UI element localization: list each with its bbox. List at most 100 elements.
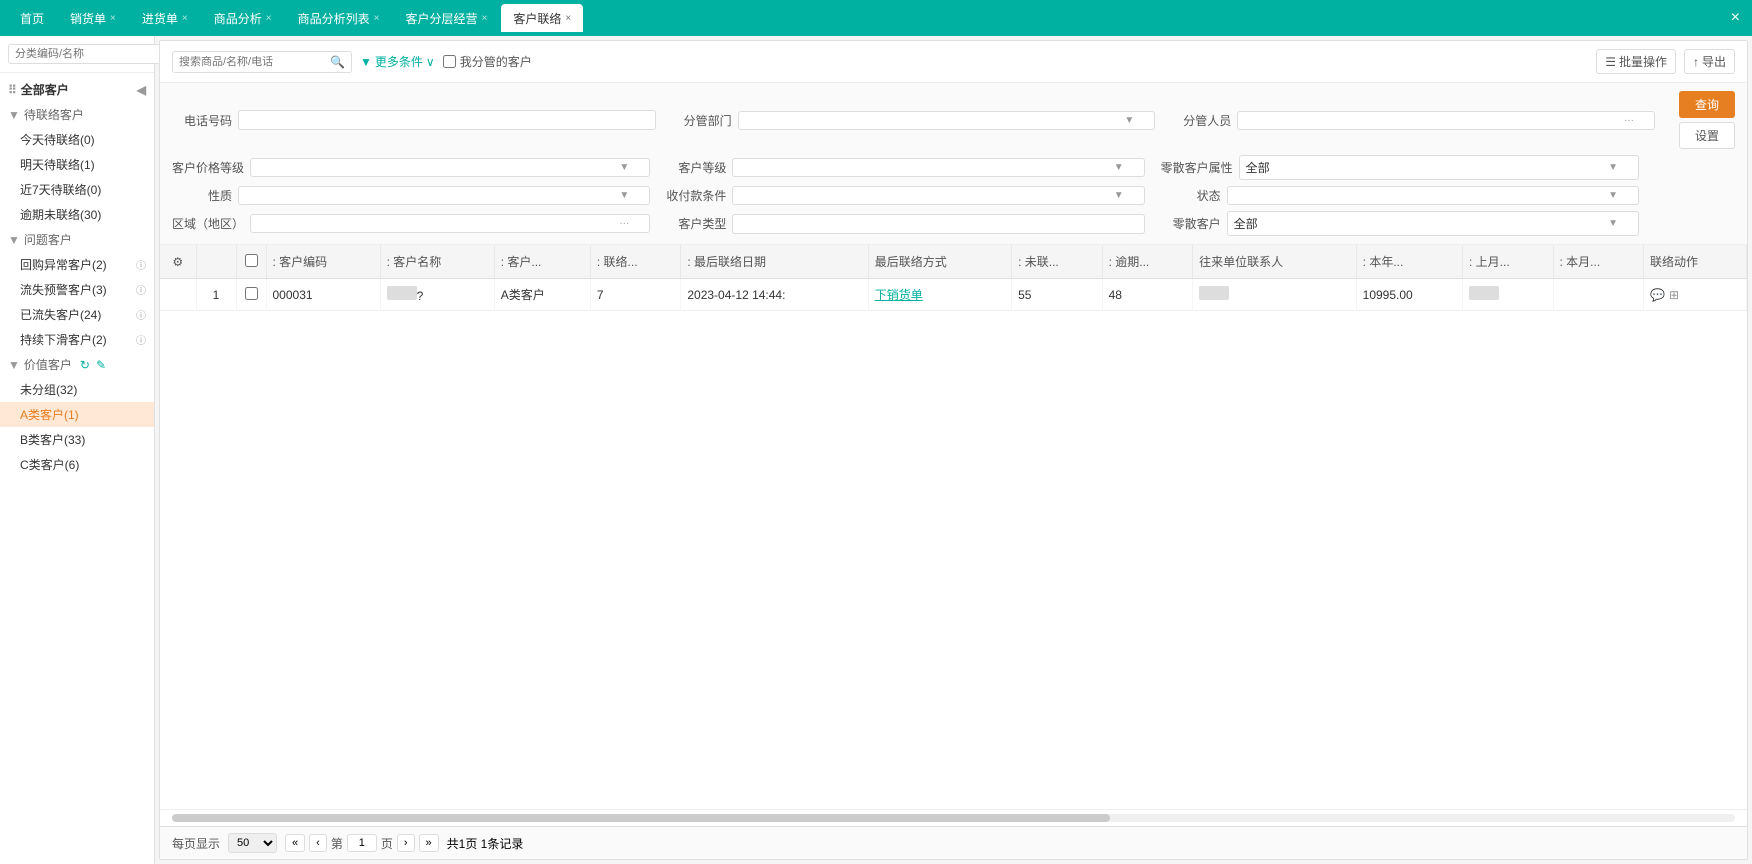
col-header-overdue[interactable]: : 逾期... [1102, 245, 1193, 279]
retail-customer-select[interactable]: 全部 ▼ [1227, 211, 1639, 236]
sidebar-item-tomorrow-pending[interactable]: 明天待联络(1) [0, 152, 154, 177]
phone-input[interactable] [238, 110, 656, 130]
close-customer-tier-tab[interactable]: × [481, 13, 487, 24]
more-conditions-label: 更多条件 [375, 53, 423, 70]
prev-page-button[interactable]: ‹ [309, 834, 327, 852]
tab-purchase[interactable]: 进货单 × [130, 4, 200, 32]
filter-group-nature: 性质 ▼ [172, 186, 650, 205]
tab-customer-tier[interactable]: 客户分层经营 × [393, 4, 499, 32]
top-navigation: 首页 销货单 × 进货单 × 商品分析 × 商品分析列表 × 客户分层经营 × … [0, 0, 1752, 36]
page-size-select[interactable]: 50 100 200 [228, 833, 277, 853]
last-page-button[interactable]: » [419, 834, 439, 852]
main-search-icon[interactable]: 🔍 [330, 55, 345, 69]
edit-icon[interactable]: ✎ [96, 358, 106, 372]
sidebar-item-churn-warning[interactable]: 流失预警客户(3) ⓘ [0, 277, 154, 302]
col-header-type[interactable]: : 客户... [494, 245, 590, 279]
tab-goods-analysis-list[interactable]: 商品分析列表 × [286, 4, 392, 32]
chat-icon[interactable]: 💬 [1650, 288, 1665, 302]
sidebar-all-customers-header: ⠿ 全部客户 ◀ [0, 73, 154, 102]
bulk-action-button[interactable]: ☰ 批量操作 [1596, 49, 1676, 74]
filter-group-region: 区域（地区） ··· [172, 214, 650, 233]
main-search-input[interactable] [179, 56, 330, 68]
horizontal-scrollbar[interactable] [160, 809, 1747, 826]
sidebar-item-overdue-contact[interactable]: 逾期未联络(30) [0, 202, 154, 227]
row-this-year: 10995.00 [1356, 279, 1462, 311]
col-header-gear[interactable]: ⚙ [160, 245, 196, 279]
customer-type-label: 客户类型 [666, 215, 726, 232]
my-customers-checkbox[interactable] [443, 55, 456, 68]
col-header-this-month[interactable]: : 本月... [1553, 245, 1644, 279]
customer-tier-select[interactable]: ▼ [732, 158, 1144, 177]
retail-attr-select[interactable]: 全部 ▼ [1239, 155, 1639, 180]
sidebar-item-week-pending[interactable]: 近7天待联络(0) [0, 177, 154, 202]
tab-customer-contact[interactable]: 客户联络 × [501, 4, 583, 32]
sidebar-item-declining[interactable]: 持续下滑客户(2) ⓘ [0, 327, 154, 352]
col-header-no-contact[interactable]: : 未联... [1012, 245, 1103, 279]
page-number-input[interactable] [347, 834, 377, 852]
filter-group-manager: 分管人员 ··· [1171, 111, 1655, 130]
tab-home[interactable]: 首页 [8, 4, 56, 32]
status-select[interactable]: ▼ [1227, 186, 1639, 205]
row-type: A类客户 [494, 279, 590, 311]
sidebar-item-churned[interactable]: 已流失客户(24) ⓘ [0, 302, 154, 327]
department-select[interactable]: ▼ [738, 111, 1156, 130]
col-header-name[interactable]: : 客户名称 [380, 245, 494, 279]
page-size-label: 每页显示 [172, 835, 220, 852]
page-label: 第 [331, 835, 343, 852]
section-pending-label: 待联络客户 [24, 106, 84, 123]
close-goods-analysis-tab[interactable]: × [266, 13, 272, 24]
row-checkbox[interactable] [245, 287, 258, 300]
customer-type-input[interactable] [732, 214, 1144, 234]
row-name[interactable]: ? [380, 279, 494, 311]
close-goods-analysis-list-tab[interactable]: × [374, 13, 380, 24]
row-no-contact: 55 [1012, 279, 1103, 311]
price-tier-select[interactable]: ▼ [250, 158, 650, 177]
select-all-checkbox[interactable] [245, 254, 258, 267]
row-action: 💬 ⊞ [1644, 279, 1747, 311]
close-customer-contact-tab[interactable]: × [565, 13, 571, 24]
tab-goods-analysis[interactable]: 商品分析 × [202, 4, 284, 32]
col-header-last-date[interactable]: : 最后联络日期 [681, 245, 868, 279]
close-purchase-tab[interactable]: × [182, 13, 188, 24]
next-page-button[interactable]: › [397, 834, 415, 852]
sidebar-item-repurchase-anomaly[interactable]: 回购异常客户(2) ⓘ [0, 252, 154, 277]
window-close-button[interactable]: × [1727, 5, 1744, 31]
scrollbar-thumb[interactable] [172, 814, 1110, 822]
sidebar-collapse-button[interactable]: ◀ [137, 83, 146, 97]
manager-select[interactable]: ··· [1237, 111, 1655, 130]
sidebar-section-value[interactable]: ▼ 价值客户 ↻ ✎ [0, 352, 154, 377]
col-header-unit-contact[interactable]: 往来单位联系人 [1193, 245, 1357, 279]
sidebar-search-input[interactable] [8, 44, 164, 64]
col-header-last-method[interactable]: 最后联络方式 [868, 245, 1011, 279]
close-sales-tab[interactable]: × [110, 13, 116, 24]
sidebar-section-problem[interactable]: ▼ 问题客户 [0, 227, 154, 252]
grid-icon[interactable]: ⊞ [1669, 288, 1679, 302]
filter-group-customer-type: 客户类型 [666, 214, 1144, 234]
tab-sales[interactable]: 销货单 × [58, 4, 128, 32]
col-header-last-month[interactable]: : 上月... [1463, 245, 1554, 279]
sidebar-item-b-class[interactable]: B类客户(33) [0, 427, 154, 452]
row-last-method[interactable]: 下销货单 [868, 279, 1011, 311]
sidebar-item-today-pending[interactable]: 今天待联络(0) [0, 127, 154, 152]
sidebar-item-ungrouped[interactable]: 未分组(32) [0, 377, 154, 402]
more-conditions-button[interactable]: ▼ 更多条件 ∨ [360, 53, 435, 70]
sidebar-section-pending[interactable]: ▼ 待联络客户 [0, 102, 154, 127]
sidebar-search-area: 🔍 [0, 36, 154, 73]
refresh-icon[interactable]: ↻ [80, 358, 90, 372]
payment-label: 收付款条件 [666, 187, 726, 204]
col-header-contact[interactable]: : 联络... [590, 245, 681, 279]
sidebar-item-a-class[interactable]: A类客户(1) [0, 402, 154, 427]
col-header-num [196, 245, 236, 279]
payment-select[interactable]: ▼ [732, 186, 1144, 205]
first-page-button[interactable]: « [285, 834, 305, 852]
col-header-code[interactable]: : 客户编码 [266, 245, 380, 279]
export-button[interactable]: ↑ 导出 [1684, 49, 1735, 74]
region-select[interactable]: ··· [250, 214, 650, 233]
row-code[interactable]: 000031 [266, 279, 380, 311]
sidebar-item-c-class[interactable]: C类客户(6) [0, 452, 154, 477]
nature-select[interactable]: ▼ [238, 186, 650, 205]
settings-button[interactable]: 设置 [1679, 122, 1735, 149]
bulk-action-label: 批量操作 [1619, 53, 1667, 70]
col-header-this-year[interactable]: : 本年... [1356, 245, 1462, 279]
query-button[interactable]: 查询 [1679, 91, 1735, 118]
